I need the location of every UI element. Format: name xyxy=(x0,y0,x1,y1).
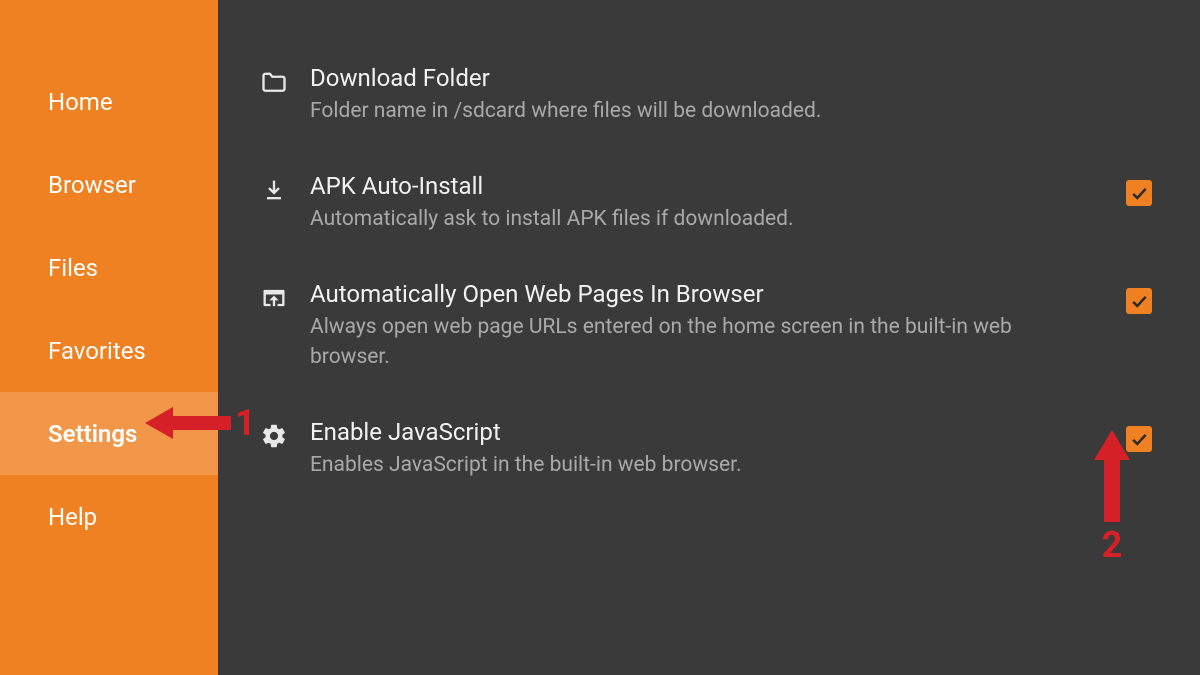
checkbox-enable-javascript[interactable] xyxy=(1126,426,1152,452)
setting-text: Automatically Open Web Pages In Browser … xyxy=(302,278,1106,372)
sidebar-item-browser[interactable]: Browser xyxy=(0,143,218,226)
setting-trailing xyxy=(1106,170,1152,206)
sidebar: Home Browser Files Favorites Settings He… xyxy=(0,0,218,675)
setting-trailing xyxy=(1106,62,1152,72)
setting-title: Enable JavaScript xyxy=(310,416,1094,448)
folder-icon xyxy=(246,62,302,96)
setting-trailing xyxy=(1106,416,1152,452)
setting-title: Download Folder xyxy=(310,62,1094,94)
sidebar-item-favorites[interactable]: Favorites xyxy=(0,309,218,392)
sidebar-item-label: Home xyxy=(48,88,113,116)
checkbox-apk-auto-install[interactable] xyxy=(1126,180,1152,206)
setting-title: Automatically Open Web Pages In Browser xyxy=(310,278,1094,310)
sidebar-item-files[interactable]: Files xyxy=(0,226,218,309)
setting-text: Enable JavaScript Enables JavaScript in … xyxy=(302,416,1106,480)
sidebar-item-label: Settings xyxy=(48,420,137,448)
setting-desc: Always open web page URLs entered on the… xyxy=(310,312,1094,372)
setting-text: APK Auto-Install Automatically ask to in… xyxy=(302,170,1106,234)
sidebar-item-label: Browser xyxy=(48,171,136,199)
setting-auto-open-browser[interactable]: Automatically Open Web Pages In Browser … xyxy=(246,256,1152,394)
setting-desc: Enables JavaScript in the built-in web b… xyxy=(310,450,1094,480)
checkbox-auto-open-browser[interactable] xyxy=(1126,288,1152,314)
setting-desc: Automatically ask to install APK files i… xyxy=(310,204,1094,234)
sidebar-item-settings[interactable]: Settings xyxy=(0,392,218,475)
sidebar-item-help[interactable]: Help xyxy=(0,475,218,558)
sidebar-item-label: Files xyxy=(48,254,98,282)
setting-desc: Folder name in /sdcard where files will … xyxy=(310,96,1094,126)
settings-panel: Download Folder Folder name in /sdcard w… xyxy=(218,0,1200,675)
setting-text: Download Folder Folder name in /sdcard w… xyxy=(302,62,1106,126)
setting-download-folder[interactable]: Download Folder Folder name in /sdcard w… xyxy=(246,40,1152,148)
setting-apk-auto-install[interactable]: APK Auto-Install Automatically ask to in… xyxy=(246,148,1152,256)
setting-title: APK Auto-Install xyxy=(310,170,1094,202)
sidebar-item-label: Favorites xyxy=(48,337,146,365)
download-icon xyxy=(246,170,302,204)
sidebar-item-label: Help xyxy=(48,503,97,531)
gear-icon xyxy=(246,416,302,450)
open-in-browser-icon xyxy=(246,278,302,312)
setting-enable-javascript[interactable]: Enable JavaScript Enables JavaScript in … xyxy=(246,394,1152,502)
sidebar-item-home[interactable]: Home xyxy=(0,60,218,143)
setting-trailing xyxy=(1106,278,1152,314)
